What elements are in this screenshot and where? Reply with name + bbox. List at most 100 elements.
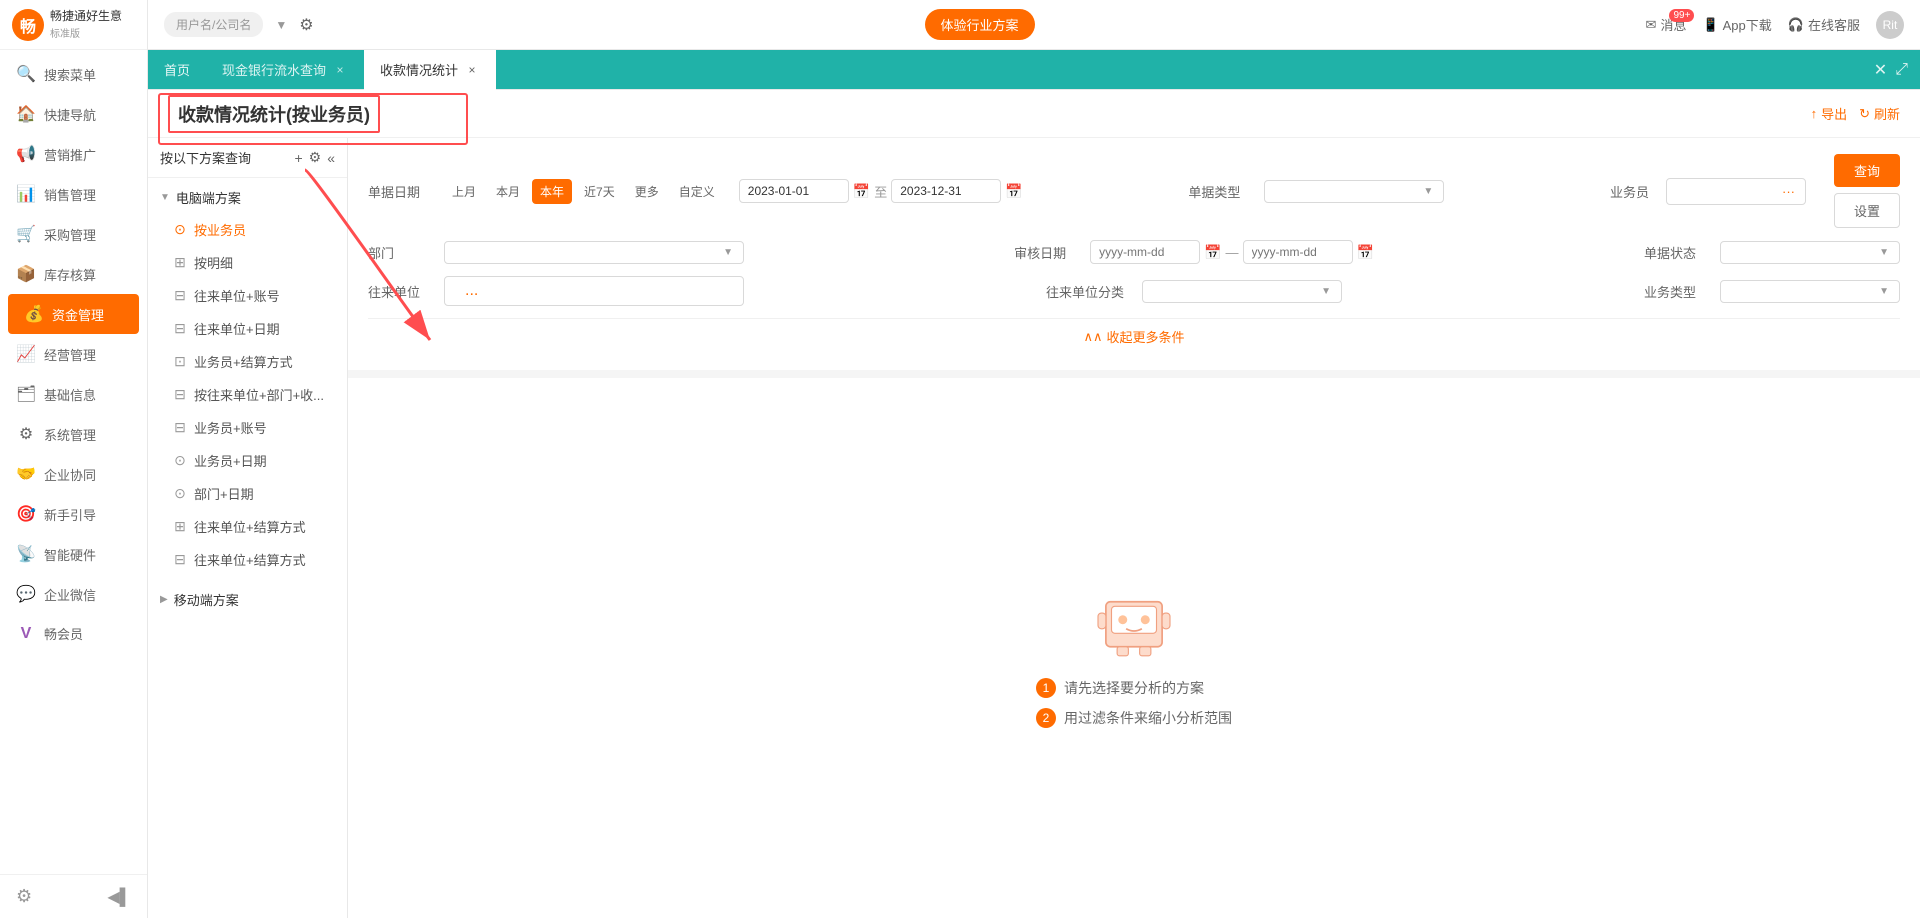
step-1-text: 请先选择要分析的方案 — [1064, 678, 1204, 698]
trial-industry-button[interactable]: 体验行业方案 — [925, 9, 1035, 40]
tab-bank-flow[interactable]: 现金银行流水查询 × — [206, 50, 364, 90]
scheme-item-partner-settlement2[interactable]: ⊟ 往来单位+结算方式 — [148, 543, 347, 576]
member-icon: V — [16, 625, 36, 643]
header-dropdown-icon[interactable]: ▼ — [275, 18, 287, 32]
sidebar-item-guide[interactable]: 🎯 新手引导 — [0, 494, 147, 534]
date-btn-this-year[interactable]: 本年 — [532, 179, 572, 204]
scheme-item-icon-salesperson: ⊙ — [172, 221, 188, 238]
date-btn-7days[interactable]: 近7天 — [576, 179, 623, 204]
sidebar-item-marketing[interactable]: 📢 营销推广 — [0, 134, 147, 174]
breadcrumb: 用户名/公司名 — [164, 12, 263, 37]
scheme-item-salesperson-date[interactable]: ⊙ 业务员+日期 — [148, 444, 347, 477]
sidebar-item-label: 经营管理 — [44, 345, 96, 364]
salesperson-select[interactable]: ··· — [1666, 178, 1806, 205]
doc-type-select[interactable]: ▼ — [1264, 180, 1444, 203]
tab-home[interactable]: 首页 — [148, 50, 206, 90]
page-title: 收款情况统计(按业务员) — [168, 95, 380, 133]
scheme-item-icon-pa: ⊟ — [172, 287, 188, 304]
tab-bar-actions: ✕ ⤢ — [1862, 50, 1920, 90]
sidebar-item-quicknav[interactable]: 🏠 快捷导航 — [0, 94, 147, 134]
dept-select[interactable]: ▼ — [444, 241, 744, 264]
scheme-item-salesperson-account[interactable]: ⊟ 业务员+账号 — [148, 411, 347, 444]
sidebar-item-enterprise[interactable]: 🤝 企业协同 — [0, 454, 147, 494]
setting-button[interactable]: 设置 — [1834, 193, 1900, 228]
sidebar-item-inventory[interactable]: 📦 库存核算 — [0, 254, 147, 294]
scheme-item-partner-dept-collect[interactable]: ⊟ 按往来单位+部门+收... — [148, 378, 347, 411]
review-date-end-input[interactable] — [1243, 240, 1353, 264]
scheme-item-icon-sd: ⊙ — [172, 452, 188, 469]
partner-category-label: 往来单位分类 — [1046, 282, 1126, 301]
sidebar-nav: 🔍 搜索菜单 🏠 快捷导航 📢 营销推广 📊 销售管理 🛒 采购管理 📦 库存核… — [0, 50, 147, 874]
scheme-item-partner-date[interactable]: ⊟ 往来单位+日期 — [148, 312, 347, 345]
scheme-group-mobile-title[interactable]: ▶ 移动端方案 — [148, 584, 347, 615]
scheme-item-partner-settlement1[interactable]: ⊞ 往来单位+结算方式 — [148, 510, 347, 543]
partner-dots-icon[interactable]: ... — [465, 282, 478, 300]
sidebar-item-member[interactable]: V 畅会员 — [0, 614, 147, 653]
page-content: 收款情况统计(按业务员) ↑ 导出 ↻ 刷新 按以下方案查询 + — [148, 90, 1920, 918]
review-date-start-input[interactable] — [1090, 240, 1200, 264]
scheme-item-label: 业务员+结算方式 — [194, 352, 293, 371]
export-button[interactable]: ↑ 导出 — [1811, 104, 1848, 123]
review-date-start-cal-icon[interactable]: 📅 — [1204, 244, 1221, 261]
user-name: Rit — [1883, 18, 1898, 32]
empty-state: 1 请先选择要分析的方案 2 用过滤条件来缩小分析范围 — [348, 378, 1920, 918]
message-button[interactable]: ✉ 消息 99+ — [1646, 15, 1687, 34]
sidebar-item-operation[interactable]: 📈 经营管理 — [0, 334, 147, 374]
biz-type-select[interactable]: ▼ — [1720, 280, 1900, 303]
collapse-sidebar-icon[interactable]: ◀▌ — [107, 887, 131, 907]
date-start-input[interactable] — [739, 179, 849, 203]
doc-type-label: 单据类型 — [1188, 182, 1248, 201]
scheme-item-partner-account[interactable]: ⊟ 往来单位+账号 — [148, 279, 347, 312]
scheme-item-dept-date[interactable]: ⊙ 部门+日期 — [148, 477, 347, 510]
tab-collection-stat[interactable]: 收款情况统计 × — [364, 50, 496, 90]
tab-collection-stat-close[interactable]: × — [464, 62, 480, 78]
partner-label: 往来单位 — [368, 282, 428, 301]
date-btn-last-month[interactable]: 上月 — [444, 179, 484, 204]
salesperson-more-icon[interactable]: ··· — [1782, 184, 1795, 199]
sidebar-item-wechat[interactable]: 💬 企业微信 — [0, 574, 147, 614]
empty-steps: 1 请先选择要分析的方案 2 用过滤条件来缩小分析范围 — [1036, 678, 1232, 728]
sidebar-item-basicinfo[interactable]: 🗂 基础信息 — [0, 374, 147, 414]
settings-icon[interactable]: ⚙ — [16, 886, 32, 907]
tab-bank-flow-close[interactable]: × — [332, 62, 348, 78]
collapse-button[interactable]: ∧∧ 收起更多条件 — [368, 318, 1900, 354]
date-btn-this-month[interactable]: 本月 — [488, 179, 528, 204]
scheme-collapse-icon[interactable]: « — [327, 150, 335, 166]
date-end-cal-icon[interactable]: 📅 — [1005, 183, 1022, 200]
partner-select[interactable]: ... — [444, 276, 744, 306]
sidebar-item-sales[interactable]: 📊 销售管理 — [0, 174, 147, 214]
refresh-button[interactable]: ↻ 刷新 — [1859, 104, 1900, 123]
sidebar-item-search[interactable]: 🔍 搜索菜单 — [0, 54, 147, 94]
online-service-button[interactable]: 🎧 在线客服 — [1788, 15, 1860, 34]
date-end-input[interactable] — [891, 179, 1001, 203]
guide-icon: 🎯 — [16, 504, 36, 524]
scheme-item-label: 往来单位+结算方式 — [194, 550, 306, 569]
tab-fullscreen-icon[interactable]: ⤢ — [1895, 61, 1908, 79]
sidebar-item-purchase[interactable]: 🛒 采购管理 — [0, 214, 147, 254]
dept-arrow-icon: ▼ — [723, 247, 733, 258]
doc-status-select[interactable]: ▼ — [1720, 241, 1900, 264]
query-button[interactable]: 查询 — [1834, 154, 1900, 187]
date-start-cal-icon[interactable]: 📅 — [853, 183, 870, 200]
scheme-item-by-detail[interactable]: ⊞ 按明细 — [148, 246, 347, 279]
scheme-add-icon[interactable]: + — [294, 150, 302, 166]
biz-type-label: 业务类型 — [1644, 282, 1704, 301]
date-btn-custom[interactable]: 自定义 — [671, 179, 723, 204]
date-btn-more[interactable]: 更多 — [627, 179, 667, 204]
content-body: 按以下方案查询 + ⚙ « ▼ 电脑端方案 ⊙ 按业务员 — [148, 138, 1920, 918]
scheme-setting-icon[interactable]: ⚙ — [309, 149, 322, 166]
tab-close-all-icon[interactable]: ✕ — [1874, 60, 1887, 80]
online-service-label: 在线客服 — [1808, 15, 1860, 34]
sidebar-item-finance[interactable]: 💰 资金管理 — [8, 294, 139, 334]
scheme-group-desktop-title[interactable]: ▼ 电脑端方案 — [148, 182, 347, 213]
partner-category-select[interactable]: ▼ — [1142, 280, 1342, 303]
scheme-item-label: 往来单位+账号 — [194, 286, 280, 305]
header-gear-icon[interactable]: ⚙ — [299, 15, 313, 35]
scheme-item-salesperson-settlement[interactable]: ⊡ 业务员+结算方式 — [148, 345, 347, 378]
sidebar-item-smarthw[interactable]: 📡 智能硬件 — [0, 534, 147, 574]
user-avatar[interactable]: Rit — [1876, 11, 1904, 39]
review-date-end-cal-icon[interactable]: 📅 — [1357, 244, 1374, 261]
app-download-button[interactable]: 📱 App下载 — [1702, 15, 1771, 34]
sidebar-item-system[interactable]: ⚙ 系统管理 — [0, 414, 147, 454]
scheme-item-by-salesperson[interactable]: ⊙ 按业务员 — [148, 213, 347, 246]
